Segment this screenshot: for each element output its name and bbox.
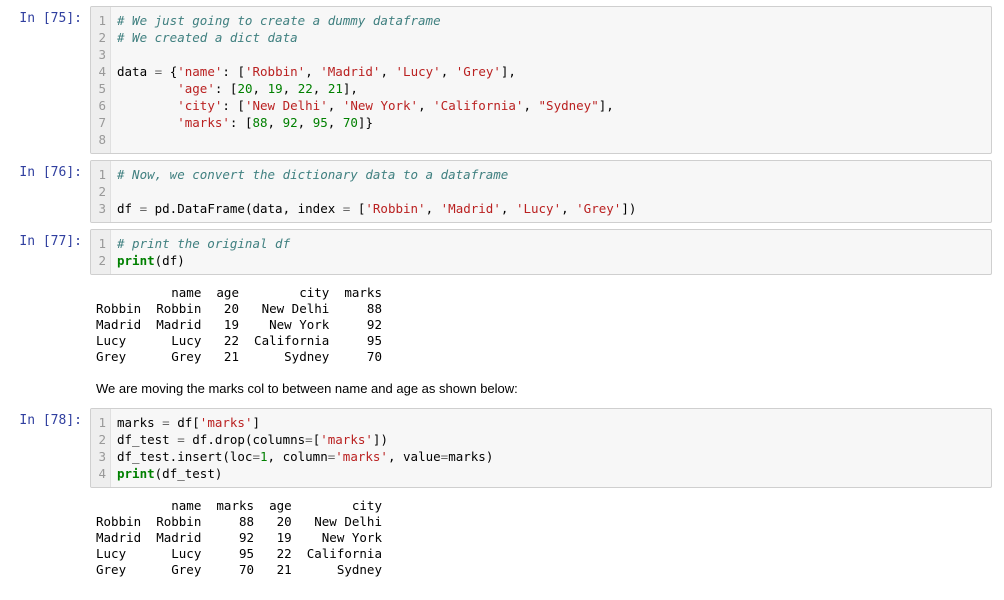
code-text[interactable]: # Now, we convert the dictionary data to… <box>111 161 991 222</box>
prompt-empty: . <box>12 494 90 514</box>
input-prompt: In [78]: <box>12 408 90 428</box>
code-text[interactable]: # We just going to create a dummy datafr… <box>111 7 991 153</box>
input-prompt: In [76]: <box>12 160 90 180</box>
input-prompt: In [75]: <box>12 6 90 26</box>
markdown-cell: .We are moving the marks col to between … <box>12 375 992 402</box>
line-gutter: 1 2 3 4 5 6 7 8 <box>91 7 111 153</box>
notebook: In [75]:1 2 3 4 5 6 7 8# We just going t… <box>12 6 992 582</box>
input-prompt: In [77]: <box>12 229 90 249</box>
code-cell: In [76]:1 2 3# Now, we convert the dicti… <box>12 160 992 223</box>
stdout: name age city marks Robbin Robbin 20 New… <box>90 281 992 369</box>
prompt-empty: . <box>12 375 90 395</box>
code-cell: In [75]:1 2 3 4 5 6 7 8# We just going t… <box>12 6 992 154</box>
code-text[interactable]: # print the original df print(df) <box>111 230 991 274</box>
code-input[interactable]: 1 2 3 4 5 6 7 8# We just going to create… <box>90 6 992 154</box>
stdout: name marks age city Robbin Robbin 88 20 … <box>90 494 992 582</box>
code-input[interactable]: 1 2# print the original df print(df) <box>90 229 992 275</box>
code-input[interactable]: 1 2 3# Now, we convert the dictionary da… <box>90 160 992 223</box>
line-gutter: 1 2 <box>91 230 111 274</box>
line-gutter: 1 2 3 4 <box>91 409 111 487</box>
code-cell: In [78]:1 2 3 4marks = df['marks'] df_te… <box>12 408 992 488</box>
line-gutter: 1 2 3 <box>91 161 111 222</box>
output-cell: . name age city marks Robbin Robbin 20 N… <box>12 281 992 369</box>
output-cell: . name marks age city Robbin Robbin 88 2… <box>12 494 992 582</box>
prompt-empty: . <box>12 281 90 301</box>
code-text[interactable]: marks = df['marks'] df_test = df.drop(co… <box>111 409 991 487</box>
markdown-text: We are moving the marks col to between n… <box>90 375 992 402</box>
code-input[interactable]: 1 2 3 4marks = df['marks'] df_test = df.… <box>90 408 992 488</box>
code-cell: In [77]:1 2# print the original df print… <box>12 229 992 275</box>
